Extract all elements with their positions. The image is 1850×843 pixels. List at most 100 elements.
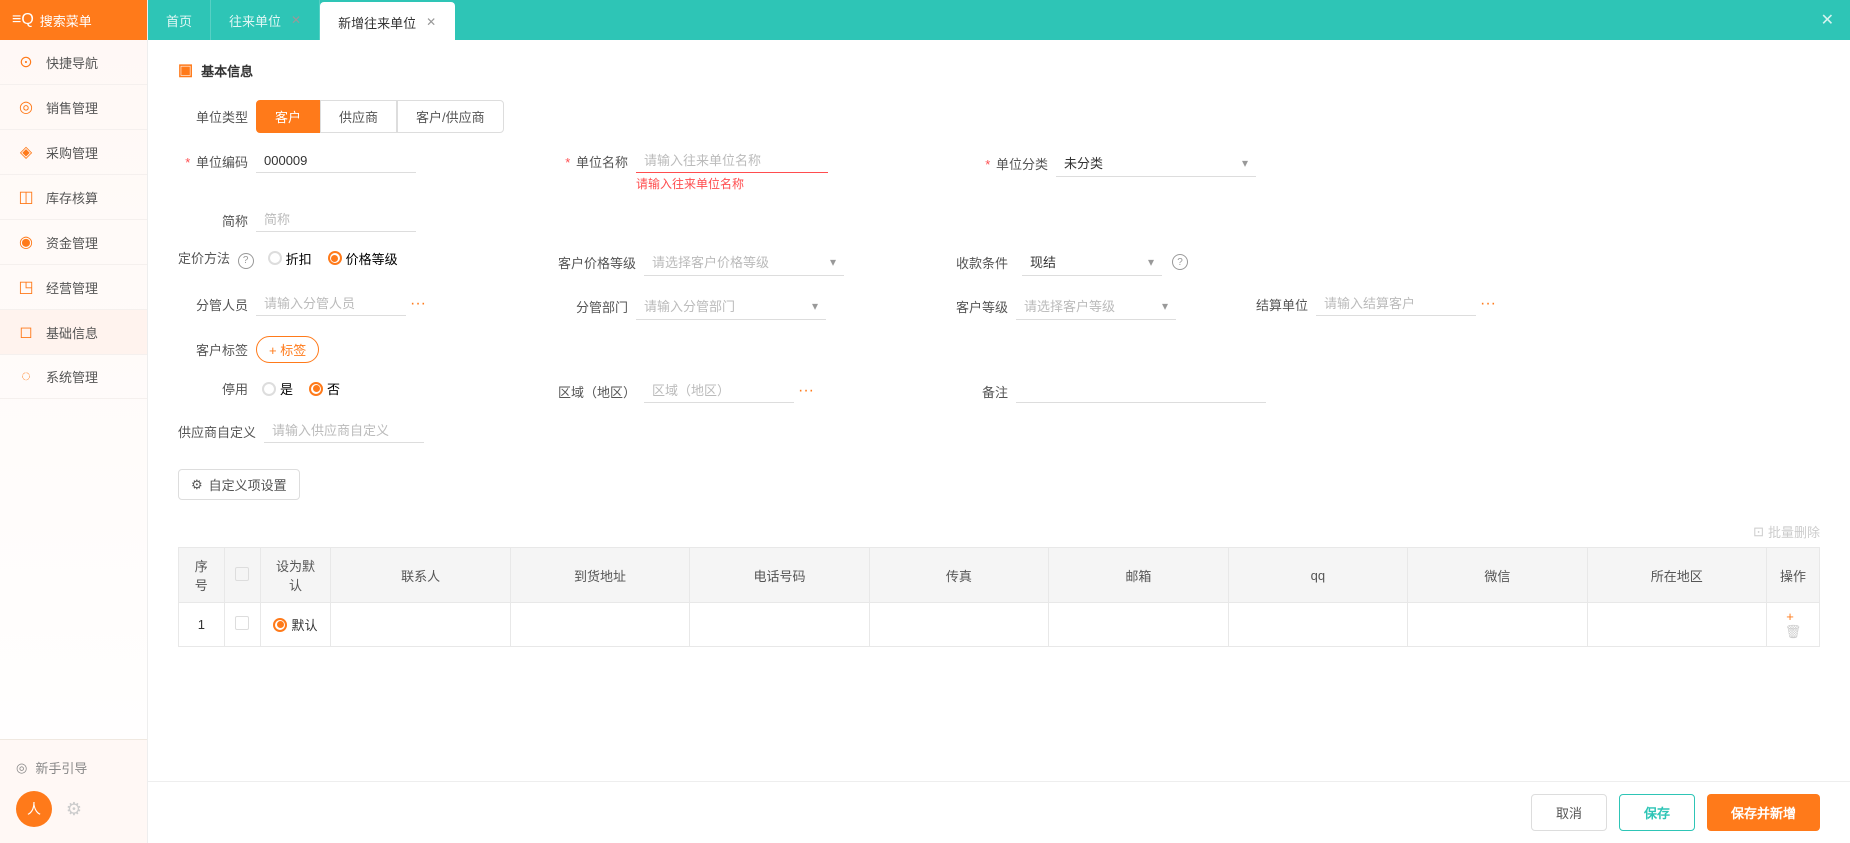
unit-name-input[interactable] (636, 149, 828, 173)
tab-partners-close[interactable]: ✕ (291, 13, 301, 27)
btn-both[interactable]: 客户/供应商 (397, 100, 504, 133)
default-radio[interactable]: 默认 (271, 615, 321, 634)
cell-region[interactable] (1587, 603, 1766, 647)
add-row-btn[interactable]: + (1786, 609, 1794, 624)
batch-delete-btn[interactable]: ⊡ 批量删除 (1753, 522, 1820, 541)
save-button[interactable]: 保存 (1619, 794, 1695, 831)
sidebar-item-label: 系统管理 (46, 367, 98, 386)
custom-settings-btn[interactable]: ⚙ 自定义项设置 (178, 469, 300, 500)
sidebar-item-system[interactable]: ◌ 系统管理 (0, 355, 147, 399)
tab-partners[interactable]: 往来单位 ✕ (211, 0, 320, 40)
region-more-btn[interactable]: ··· (794, 382, 818, 400)
col-actions: 操作 (1767, 548, 1820, 603)
payment-help-icon[interactable]: ? (1172, 254, 1188, 270)
sidebar-item-basic-info[interactable]: ◻ 基础信息 (0, 310, 147, 355)
btn-supplier[interactable]: 供应商 (320, 100, 397, 133)
cell-wechat[interactable] (1408, 603, 1587, 647)
col-region: 所在地区 (1587, 548, 1766, 603)
disabled-yes[interactable]: 是 (262, 379, 293, 398)
department-group: 分管部门 请输入分管部门 ▾ (558, 292, 938, 320)
row-supplier-custom: 供应商自定义 (178, 419, 1820, 443)
pricing-help-icon[interactable]: ? (238, 253, 254, 269)
sidebar-item-guide[interactable]: ◎ 新手引导 (0, 750, 147, 785)
cell-email[interactable] (1049, 603, 1228, 647)
settlement-more-btn[interactable]: ··· (1476, 295, 1500, 313)
settings-icon[interactable]: ⚙ (56, 791, 92, 827)
unit-name-group: * 单位名称 请输入往来单位名称 (558, 149, 978, 192)
guide-icon: ◎ (16, 760, 27, 776)
sidebar-item-sales[interactable]: ◎ 销售管理 (0, 85, 147, 130)
btn-customer[interactable]: 客户 (256, 100, 320, 133)
table-toolbar: ⊡ 批量删除 (178, 522, 1820, 541)
qq-input[interactable] (1239, 617, 1398, 632)
wechat-input[interactable] (1418, 617, 1576, 632)
fax-input[interactable] (880, 617, 1038, 632)
discount-radio[interactable] (268, 251, 282, 265)
contacts-table: 序号 设为默认 联系人 到货地址 电话号码 传真 邮箱 qq 微信 所在地区 (178, 547, 1820, 647)
supplier-custom-label: 供应商自定义 (178, 422, 256, 441)
manager-input[interactable] (256, 292, 406, 316)
default-radio-circle[interactable] (273, 618, 287, 632)
notes-input[interactable] (1016, 379, 1266, 403)
sidebar-item-quick-nav[interactable]: ⊙ 快捷导航 (0, 40, 147, 85)
tab-new-partner[interactable]: 新增往来单位 ✕ (320, 2, 455, 42)
chevron-down-icon5: ▾ (1162, 299, 1168, 313)
region-input[interactable] (644, 379, 794, 403)
add-tag-btn[interactable]: + 标签 (256, 336, 319, 363)
section-title: ▣ 基本信息 (178, 60, 1820, 80)
unit-category-select[interactable]: 未分类 ▾ (1056, 149, 1256, 177)
manager-more-btn[interactable]: ··· (406, 295, 430, 313)
supplier-custom-input[interactable] (264, 419, 424, 443)
phone-input[interactable] (700, 617, 858, 632)
sidebar-item-finance[interactable]: ◉ 资金管理 (0, 220, 147, 265)
short-name-input[interactable] (256, 208, 416, 232)
disabled-no-label: 否 (327, 379, 340, 398)
email-input[interactable] (1059, 617, 1217, 632)
sidebar-item-purchase[interactable]: ◈ 采购管理 (0, 130, 147, 175)
customer-price-level-select[interactable]: 请选择客户价格等级 ▾ (644, 248, 844, 276)
unit-category-value: 未分类 (1064, 153, 1242, 172)
cell-fax[interactable] (869, 603, 1048, 647)
customer-level-select[interactable]: 请选择客户等级 ▾ (1016, 292, 1176, 320)
price-level-radio[interactable] (328, 251, 342, 265)
disabled-no[interactable]: 否 (309, 379, 340, 398)
sidebar-search[interactable]: ≡Q 搜索菜单 (0, 0, 147, 40)
select-all-checkbox[interactable] (235, 567, 249, 581)
tab-home[interactable]: 首页 (148, 0, 211, 40)
chevron-down-icon2: ▾ (830, 255, 836, 269)
payment-condition-select[interactable]: 现结 ▾ (1022, 248, 1162, 276)
disabled-no-radio[interactable] (309, 382, 323, 396)
disabled-yes-radio[interactable] (262, 382, 276, 396)
col-phone: 电话号码 (690, 548, 869, 603)
col-address: 到货地址 (510, 548, 689, 603)
sidebar-item-label: 资金管理 (46, 233, 98, 252)
avatar[interactable]: 人 (16, 791, 52, 827)
department-select[interactable]: 请输入分管部门 ▾ (636, 292, 826, 320)
sidebar-item-inventory[interactable]: ◫ 库存核算 (0, 175, 147, 220)
cell-contact[interactable] (331, 603, 510, 647)
pricing-price-level[interactable]: 价格等级 (328, 249, 398, 268)
settlement-input[interactable] (1316, 292, 1476, 316)
tab-new-partner-close[interactable]: ✕ (426, 15, 436, 29)
cell-qq[interactable] (1228, 603, 1408, 647)
cell-address[interactable] (510, 603, 689, 647)
table-row: 1 默认 (179, 603, 1820, 647)
address-input[interactable] (521, 617, 679, 632)
region-table-input[interactable] (1598, 617, 1756, 632)
row-checkbox[interactable] (235, 616, 249, 630)
save-new-button[interactable]: 保存并新增 (1707, 794, 1820, 831)
col-checkbox (224, 548, 260, 603)
close-all-tabs[interactable]: ✕ (1805, 10, 1850, 30)
cell-phone[interactable] (690, 603, 869, 647)
contact-input[interactable] (341, 617, 499, 632)
finance-icon: ◉ (16, 232, 36, 252)
delete-row-btn[interactable]: 🗑 (1785, 624, 1802, 639)
batch-delete-icon: ⊡ (1753, 524, 1764, 540)
row-pricing: 定价方法 ? 折扣 价格等级 客户价 (178, 248, 1820, 276)
unit-code-input[interactable] (256, 149, 416, 173)
sidebar-item-label: 快捷导航 (46, 53, 98, 72)
cancel-button[interactable]: 取消 (1531, 794, 1607, 831)
sidebar-item-operations[interactable]: ◳ 经营管理 (0, 265, 147, 310)
pricing-discount[interactable]: 折扣 (268, 249, 312, 268)
chevron-down-icon3: ▾ (1148, 255, 1154, 269)
